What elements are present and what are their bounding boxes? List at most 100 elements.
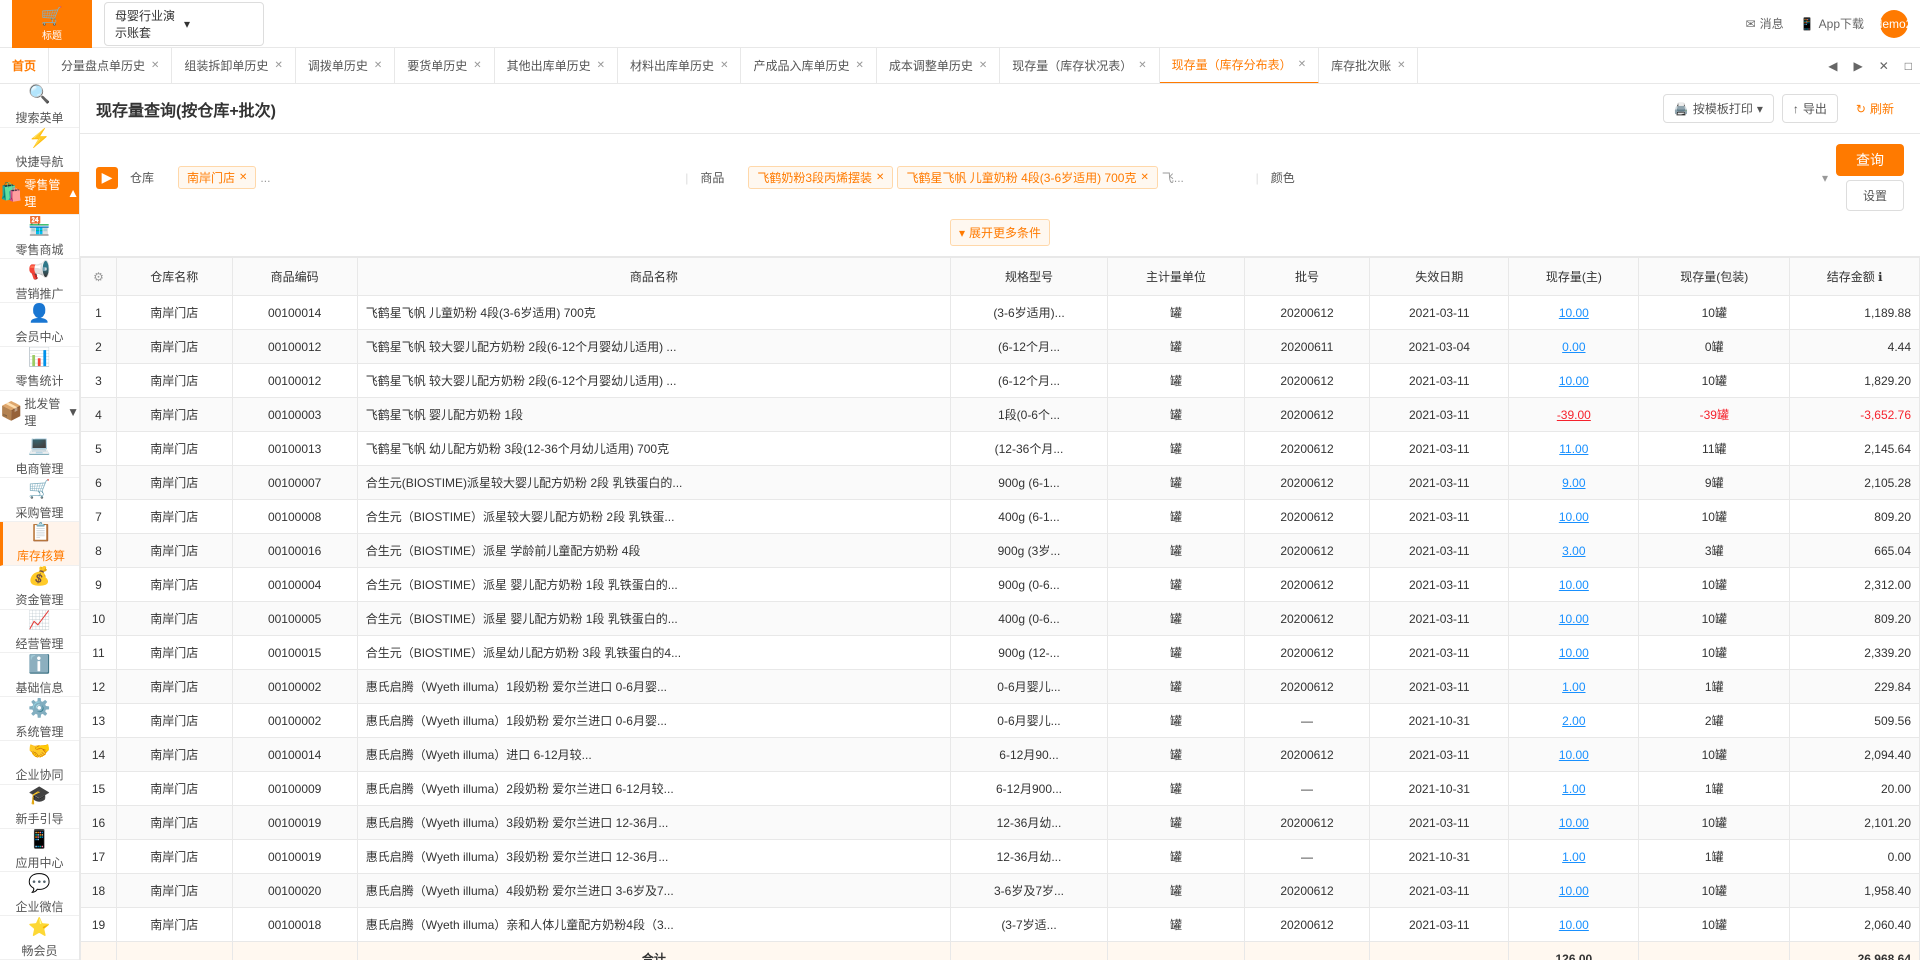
cell-name: 惠氏启腾（Wyeth illuma）3段奶粉 爱尔兰进口 12-36月...	[357, 840, 950, 874]
tab-close[interactable]: ✕	[597, 60, 605, 71]
tab-2[interactable]: 组装拆卸单历史 ✕	[172, 48, 295, 84]
tab-close[interactable]: ✕	[720, 60, 728, 71]
tab-close[interactable]: ✕	[979, 60, 987, 71]
tab-1[interactable]: 分量盘点单历史 ✕	[49, 48, 172, 84]
tab-close[interactable]: ✕	[1397, 60, 1405, 71]
cell-expire: 2021-03-11	[1370, 296, 1509, 330]
cell-stock-main[interactable]: 10.00	[1509, 738, 1639, 772]
sidebar-item-guide[interactable]: 🎓 新手引导	[0, 785, 79, 829]
sidebar-item-corp[interactable]: 🤝 企业协同	[0, 741, 79, 785]
cell-amount: 665.04	[1790, 534, 1920, 568]
cell-stock-main[interactable]: 10.00	[1509, 908, 1639, 942]
product-tag-2[interactable]: 飞鹤星飞帆 儿童奶粉 4段(3-6岁适用) 700克 ✕	[897, 166, 1157, 189]
app-download-button[interactable]: 📱 App下载	[1800, 15, 1864, 32]
tab-8[interactable]: 成本调整单历史 ✕	[877, 48, 1000, 84]
cell-stock-main[interactable]: 1.00	[1509, 670, 1639, 704]
tab-close[interactable]: ✕	[374, 60, 382, 71]
gear-icon[interactable]: ⚙	[93, 270, 104, 284]
tab-7[interactable]: 产成品入库单历史 ✕	[741, 48, 876, 84]
sidebar-item-nav[interactable]: ⚡ 快捷导航	[0, 128, 79, 172]
tab-6[interactable]: 材料出库单历史 ✕	[618, 48, 741, 84]
tab-3[interactable]: 调拨单历史 ✕	[296, 48, 395, 84]
cell-stock-main[interactable]: 2.00	[1509, 704, 1639, 738]
sidebar-item-inventory[interactable]: 📋 库存核算	[0, 522, 79, 566]
sidebar-item-wechat[interactable]: 💬 企业微信	[0, 872, 79, 916]
company-selector[interactable]: 母婴行业演示账套 ▾	[104, 2, 264, 46]
sidebar-item-stats[interactable]: 📊 零售统计	[0, 347, 79, 391]
sidebar-item-vip[interactable]: ⭐ 畅会员	[0, 916, 79, 960]
tab-close[interactable]: ✕	[1138, 60, 1146, 71]
cell-stock-main[interactable]: 1.00	[1509, 840, 1639, 874]
sidebar-item-retail[interactable]: 🛍️ 零售管理 ▲	[0, 172, 79, 216]
product-tag-1-close[interactable]: ✕	[876, 172, 884, 183]
cell-name: 合生元（BIOSTIME）派星较大婴儿配方奶粉 2段 乳铁蛋...	[357, 500, 950, 534]
tag-close-icon[interactable]: ✕	[239, 172, 247, 183]
sidebar-item-wholesale[interactable]: 📦 批发管理 ▼	[0, 391, 79, 435]
sidebar-item-finance[interactable]: 💰 资金管理	[0, 566, 79, 610]
cell-stock-main[interactable]: 10.00	[1509, 874, 1639, 908]
tab-5[interactable]: 其他出库单历史 ✕	[495, 48, 618, 84]
tab-prev-button[interactable]: ◀	[1820, 48, 1845, 84]
cell-stock-main[interactable]: -39.00	[1509, 398, 1639, 432]
filter-toggle-button[interactable]: ▶	[96, 167, 118, 189]
avatar[interactable]: demo2	[1880, 10, 1908, 38]
tab-9[interactable]: 现存量（库存状况表）✕	[1000, 48, 1159, 84]
cell-stock-main[interactable]: 10.00	[1509, 602, 1639, 636]
table-row: 8 南岸门店 00100016 合生元（BIOSTIME）派星 学龄前儿童配方奶…	[81, 534, 1920, 568]
message-button[interactable]: ✉ 消息	[1746, 15, 1784, 32]
query-button[interactable]: 查询	[1836, 144, 1904, 176]
export-button[interactable]: ↑ 导出	[1782, 94, 1838, 123]
table-row: 7 南岸门店 00100008 合生元（BIOSTIME）派星较大婴儿配方奶粉 …	[81, 500, 1920, 534]
template-print-button[interactable]: 🖨️ 按模板打印 ▾	[1663, 94, 1774, 123]
cell-stock-main[interactable]: 11.00	[1509, 432, 1639, 466]
cell-stock-main[interactable]: 0.00	[1509, 330, 1639, 364]
cell-stock-main[interactable]: 1.00	[1509, 772, 1639, 806]
sidebar-item-purchase[interactable]: 🛒 采购管理	[0, 478, 79, 522]
sidebar-item-operations[interactable]: 📈 经营管理	[0, 610, 79, 654]
cell-unit: 罐	[1108, 908, 1245, 942]
sidebar-item-ecom[interactable]: 💻 电商管理	[0, 434, 79, 478]
warehouse-tag[interactable]: 南岸门店 ✕	[178, 166, 256, 189]
tab-close[interactable]: ✕	[274, 60, 282, 71]
cell-unit: 罐	[1108, 670, 1245, 704]
setting-button[interactable]: 设置	[1846, 180, 1904, 211]
cell-code: 00100020	[232, 874, 357, 908]
sidebar-item-system[interactable]: ⚙️ 系统管理	[0, 697, 79, 741]
refresh-button[interactable]: ↻ 刷新	[1846, 95, 1904, 122]
tab-10[interactable]: 现存量（库存分布表）✕	[1160, 48, 1319, 84]
tab-close[interactable]: ✕	[151, 60, 159, 71]
cell-name: 飞鹤星飞帆 儿童奶粉 4段(3-6岁适用) 700克	[357, 296, 950, 330]
cell-stock-main[interactable]: 3.00	[1509, 534, 1639, 568]
tab-close[interactable]: ✕	[855, 60, 863, 71]
tab-4[interactable]: 要货单历史 ✕	[395, 48, 494, 84]
cell-stock-main[interactable]: 10.00	[1509, 636, 1639, 670]
cell-code: 00100012	[232, 330, 357, 364]
tab-close[interactable]: ✕	[1298, 59, 1306, 70]
sidebar-item-basic[interactable]: ℹ️ 基础信息	[0, 653, 79, 697]
cell-warehouse: 南岸门店	[117, 840, 233, 874]
sidebar-item-search[interactable]: 🔍 搜索英单	[0, 84, 79, 128]
sidebar-item-member[interactable]: 👤 会员中心	[0, 303, 79, 347]
table-row: 11 南岸门店 00100015 合生元（BIOSTIME）派星幼儿配方奶粉 3…	[81, 636, 1920, 670]
product-tag-2-close[interactable]: ✕	[1140, 172, 1148, 183]
product-tag-1[interactable]: 飞鹤奶粉3段丙烯摆装 ✕	[748, 166, 893, 189]
tab-next-button[interactable]: ▶	[1845, 48, 1870, 84]
sidebar-item-shop[interactable]: 🏪 零售商城	[0, 215, 79, 259]
cell-stock-main[interactable]: 10.00	[1509, 364, 1639, 398]
cell-stock-main[interactable]: 10.00	[1509, 500, 1639, 534]
sidebar-item-marketing[interactable]: 📢 营销推广	[0, 259, 79, 303]
cell-stock-main[interactable]: 10.00	[1509, 296, 1639, 330]
sidebar-item-appcenter[interactable]: 📱 应用中心	[0, 829, 79, 873]
tab-maximize-button[interactable]: □	[1897, 48, 1920, 84]
col-settings[interactable]: ⚙	[81, 258, 117, 296]
tab-home[interactable]: 首页	[0, 48, 49, 84]
cell-code: 00100014	[232, 296, 357, 330]
cell-unit: 罐	[1108, 704, 1245, 738]
expand-button[interactable]: ▾ 展开更多条件	[950, 219, 1050, 246]
cell-stock-main[interactable]: 10.00	[1509, 568, 1639, 602]
tab-close[interactable]: ✕	[473, 60, 481, 71]
tab-11[interactable]: 库存批次账 ✕	[1319, 48, 1418, 84]
tab-close-all-button[interactable]: ✕	[1871, 48, 1897, 84]
cell-stock-main[interactable]: 10.00	[1509, 806, 1639, 840]
cell-stock-main[interactable]: 9.00	[1509, 466, 1639, 500]
